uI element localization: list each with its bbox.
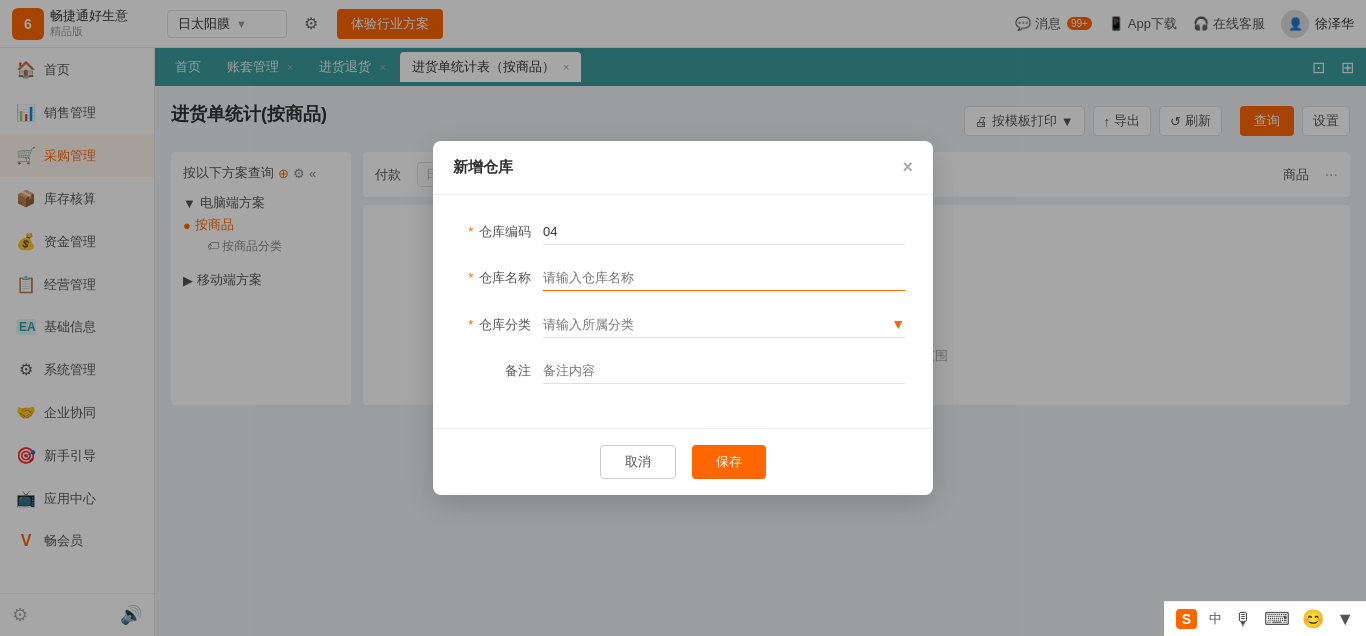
code-label: * 仓库编码 <box>461 223 531 241</box>
dialog-close-button[interactable]: × <box>902 157 913 178</box>
category-arrow-icon: ▼ <box>891 316 905 332</box>
new-warehouse-dialog: 新增仓库 × * 仓库编码 * 仓库名称 <box>433 141 933 495</box>
remark-field-row: 备注 <box>461 358 905 384</box>
s-logo: S <box>1176 609 1197 629</box>
more-icon[interactable]: ▼ <box>1336 609 1354 630</box>
category-input[interactable] <box>543 317 891 332</box>
name-input[interactable] <box>543 265 905 291</box>
save-button[interactable]: 保存 <box>692 445 766 479</box>
remark-input[interactable] <box>543 358 905 384</box>
category-label: * 仓库分类 <box>461 316 531 334</box>
dialog-overlay[interactable]: 新增仓库 × * 仓库编码 * 仓库名称 <box>0 0 1366 636</box>
code-field-row: * 仓库编码 <box>461 219 905 245</box>
category-field-row: * 仓库分类 ▼ <box>461 311 905 338</box>
zh-label: 中 <box>1209 610 1222 628</box>
emoji-icon[interactable]: 😊 <box>1302 608 1324 630</box>
dialog-title: 新增仓库 <box>453 158 513 177</box>
category-select[interactable]: ▼ <box>543 311 905 338</box>
keyboard-icon[interactable]: ⌨ <box>1264 608 1290 630</box>
mic-icon[interactable]: 🎙 <box>1234 609 1252 630</box>
bottom-bar: S 中 🎙 ⌨ 😊 ▼ <box>1164 601 1366 636</box>
dialog-body: * 仓库编码 * 仓库名称 * 仓库分类 <box>433 195 933 428</box>
name-field-row: * 仓库名称 <box>461 265 905 291</box>
code-input[interactable] <box>543 219 905 245</box>
remark-label: 备注 <box>461 362 531 380</box>
cancel-button[interactable]: 取消 <box>600 445 676 479</box>
dialog-header: 新增仓库 × <box>433 141 933 195</box>
name-label: * 仓库名称 <box>461 269 531 287</box>
dialog-footer: 取消 保存 <box>433 428 933 495</box>
